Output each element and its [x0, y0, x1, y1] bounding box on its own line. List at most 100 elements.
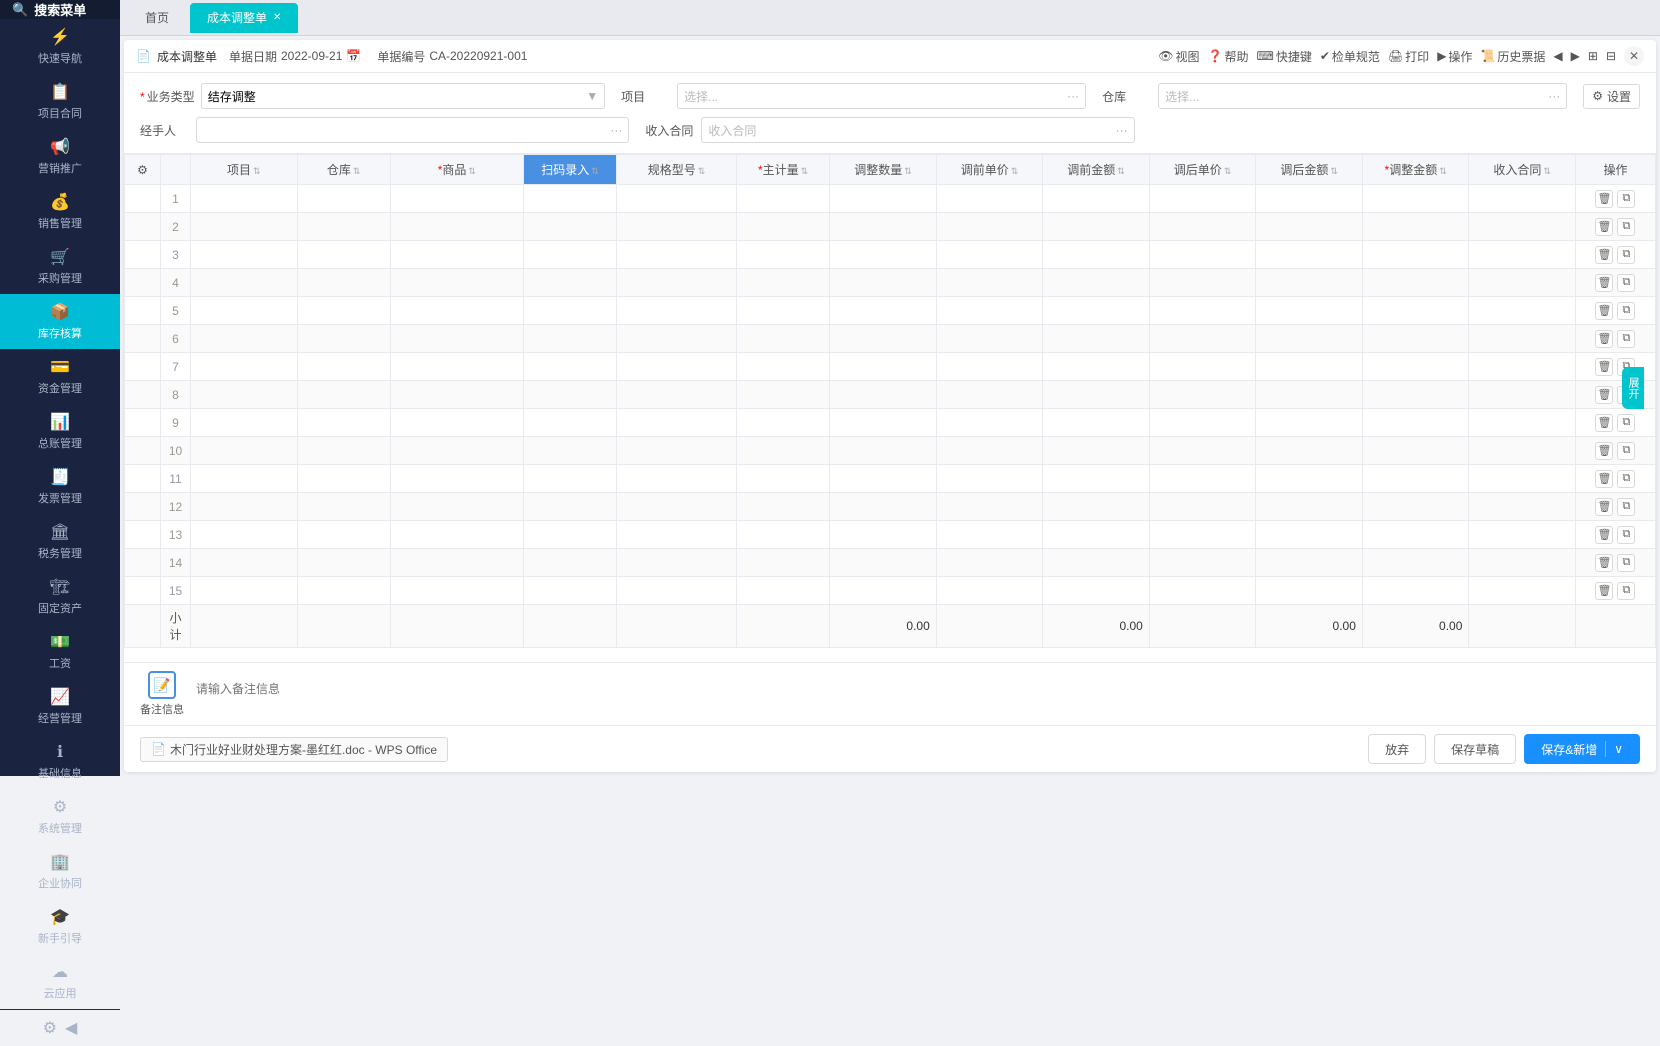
table-cell[interactable] — [1149, 437, 1256, 465]
table-cell[interactable] — [1256, 465, 1363, 493]
save-new-arrow-icon[interactable]: ∨ — [1614, 742, 1623, 756]
table-cell[interactable] — [936, 549, 1043, 577]
table-cell[interactable] — [936, 465, 1043, 493]
table-cell[interactable] — [1256, 577, 1363, 605]
table-cell[interactable] — [936, 213, 1043, 241]
table-cell[interactable] — [191, 465, 298, 493]
table-cell[interactable] — [936, 353, 1043, 381]
business-type-select[interactable]: 结存调整 ▼ — [201, 83, 605, 109]
table-cell[interactable] — [1256, 549, 1363, 577]
settings-button[interactable]: ⚙ 设置 — [1583, 84, 1640, 109]
row-copy-button[interactable]: ⧉ — [1617, 470, 1635, 488]
table-cell[interactable] — [1256, 409, 1363, 437]
table-cell[interactable] — [737, 577, 830, 605]
col-header-price-after[interactable]: 调后单价⇅ — [1149, 155, 1256, 185]
sidebar-item-marketing[interactable]: 📢 营销推广 — [0, 129, 120, 184]
table-cell[interactable] — [830, 241, 937, 269]
table-cell[interactable] — [1149, 241, 1256, 269]
sidebar-item-invoice[interactable]: 🧾 发票管理 — [0, 459, 120, 514]
table-cell[interactable] — [523, 297, 616, 325]
sidebar-item-enterprise[interactable]: 🏢 企业协同 — [0, 844, 120, 899]
table-cell[interactable] — [1043, 521, 1150, 549]
col-header-gear[interactable]: ⚙ — [125, 155, 161, 185]
table-cell[interactable] — [936, 521, 1043, 549]
print-btn[interactable]: 🖨 打印 — [1388, 48, 1429, 65]
row-copy-button[interactable]: ⧉ — [1617, 554, 1635, 572]
table-cell[interactable] — [617, 185, 737, 213]
table-cell[interactable] — [1149, 269, 1256, 297]
table-cell[interactable] — [1149, 521, 1256, 549]
table-cell[interactable] — [1043, 353, 1150, 381]
table-cell[interactable] — [1256, 381, 1363, 409]
close-button[interactable]: ✕ — [1624, 46, 1644, 66]
tab-home[interactable]: 首页 — [128, 3, 186, 33]
table-cell[interactable] — [1256, 297, 1363, 325]
row-delete-button[interactable]: 🗑 — [1595, 526, 1613, 544]
table-cell[interactable] — [1043, 297, 1150, 325]
table-cell[interactable] — [297, 521, 390, 549]
table-cell[interactable] — [1149, 465, 1256, 493]
sidebar-item-tax[interactable]: 🏛 税务管理 — [0, 514, 120, 569]
table-cell[interactable] — [936, 577, 1043, 605]
col-header-spec[interactable]: 规格型号⇅ — [617, 155, 737, 185]
table-cell[interactable] — [1149, 353, 1256, 381]
row-delete-button[interactable]: 🗑 — [1595, 330, 1613, 348]
table-cell[interactable] — [191, 325, 298, 353]
table-cell[interactable] — [1256, 241, 1363, 269]
table-cell[interactable] — [191, 577, 298, 605]
table-cell[interactable] — [737, 241, 830, 269]
table-cell[interactable] — [737, 409, 830, 437]
table-cell[interactable] — [1043, 493, 1150, 521]
table-cell[interactable] — [1043, 269, 1150, 297]
table-cell[interactable] — [830, 353, 937, 381]
table-cell[interactable] — [737, 493, 830, 521]
table-cell[interactable] — [1043, 185, 1150, 213]
table-cell[interactable] — [297, 577, 390, 605]
row-copy-button[interactable]: ⧉ — [1617, 218, 1635, 236]
table-cell[interactable] — [617, 549, 737, 577]
table-cell[interactable] — [617, 493, 737, 521]
table-cell[interactable] — [1256, 521, 1363, 549]
table-cell[interactable] — [390, 381, 523, 409]
table-cell[interactable] — [297, 297, 390, 325]
table-cell[interactable] — [617, 577, 737, 605]
table-cell[interactable] — [297, 185, 390, 213]
table-cell[interactable] — [1469, 437, 1576, 465]
prev-btn[interactable]: ◀ — [1553, 49, 1562, 63]
table-cell[interactable] — [936, 437, 1043, 465]
table-cell[interactable] — [1362, 493, 1469, 521]
sidebar-item-cloud[interactable]: ☁ 云应用 — [0, 954, 120, 1009]
table-cell[interactable] — [1149, 549, 1256, 577]
table-cell[interactable] — [191, 521, 298, 549]
table-cell[interactable] — [523, 213, 616, 241]
table-cell[interactable] — [297, 353, 390, 381]
table-cell[interactable] — [1043, 241, 1150, 269]
table-cell[interactable] — [297, 213, 390, 241]
table-cell[interactable] — [523, 577, 616, 605]
table-cell[interactable] — [191, 185, 298, 213]
table-cell[interactable] — [830, 297, 937, 325]
row-delete-button[interactable]: 🗑 — [1595, 442, 1613, 460]
table-cell[interactable] — [936, 409, 1043, 437]
table-cell[interactable] — [390, 353, 523, 381]
col-header-price-before[interactable]: 调前单价⇅ — [936, 155, 1043, 185]
table-cell[interactable] — [830, 269, 937, 297]
table-cell[interactable] — [390, 465, 523, 493]
table-cell[interactable] — [390, 409, 523, 437]
col-header-project[interactable]: 项目⇅ — [191, 155, 298, 185]
table-cell[interactable] — [191, 297, 298, 325]
table-cell[interactable] — [1149, 213, 1256, 241]
sidebar-item-operations[interactable]: 📈 经营管理 — [0, 679, 120, 734]
table-cell[interactable] — [1469, 213, 1576, 241]
table-cell[interactable] — [297, 465, 390, 493]
table-cell[interactable] — [390, 493, 523, 521]
table-cell[interactable] — [523, 269, 616, 297]
table-cell[interactable] — [936, 269, 1043, 297]
shortcut-btn[interactable]: ⌨ 快捷键 — [1257, 48, 1312, 65]
table-cell[interactable] — [617, 325, 737, 353]
table-cell[interactable] — [297, 269, 390, 297]
row-delete-button[interactable]: 🗑 — [1595, 218, 1613, 236]
table-cell[interactable] — [191, 241, 298, 269]
table-cell[interactable] — [1256, 325, 1363, 353]
table-cell[interactable] — [1469, 521, 1576, 549]
